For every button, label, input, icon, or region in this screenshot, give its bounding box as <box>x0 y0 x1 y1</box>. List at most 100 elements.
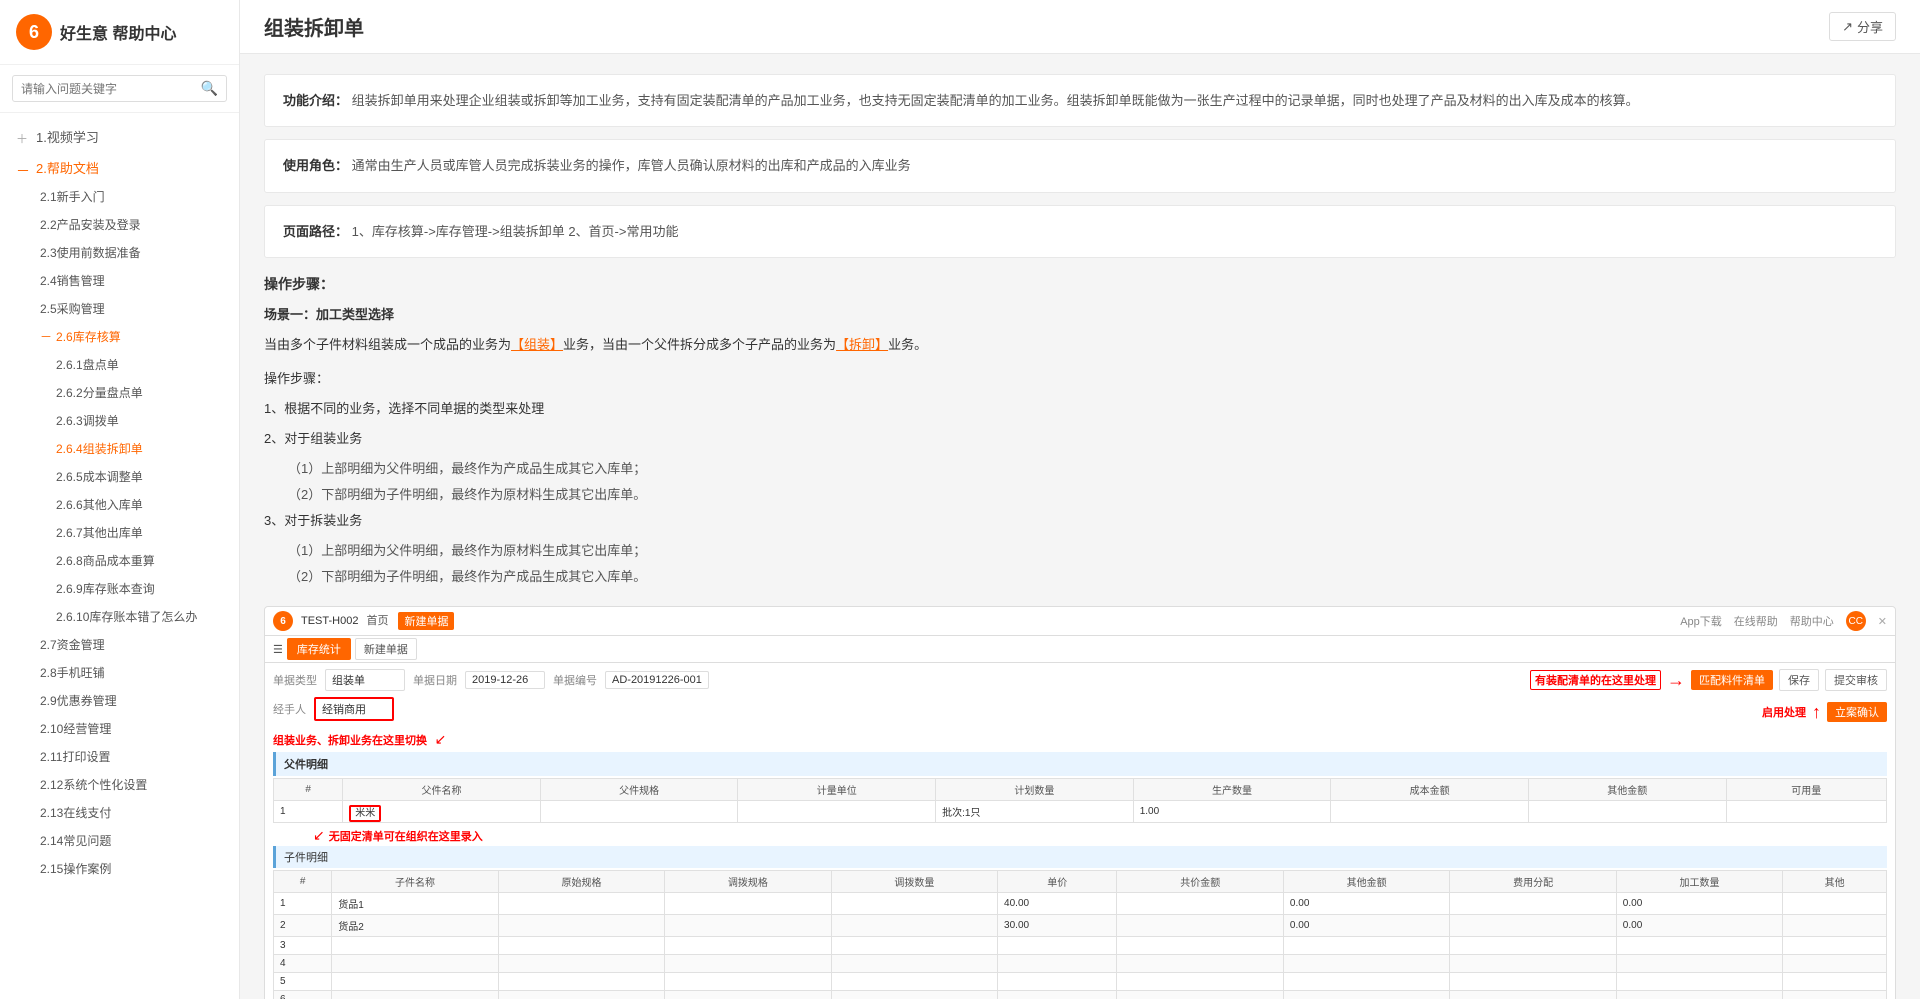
sim-lower-table: # 子件名称 原始规格 调拨规格 调拨数量 单价 共价金额 其他金额 费用分配 … <box>273 870 1887 999</box>
sim-nav-left: ☰ 库存统计 新建单据 <box>273 638 417 660</box>
sim-logo-icon: 6 <box>273 611 293 631</box>
intro-label-3: 页面路径： <box>283 224 348 239</box>
logo-icon: 6 <box>16 14 52 50</box>
sidebar-item-2-6-8[interactable]: 2.6.8商品成本重算 <box>52 547 239 575</box>
sidebar-item-2-11[interactable]: 2.11打印设置 <box>36 743 239 771</box>
sidebar-item-2-9[interactable]: 2.9优惠券管理 <box>36 687 239 715</box>
sim-btn-submit[interactable]: 提交审核 <box>1825 669 1887 691</box>
sidebar-item-2-10[interactable]: 2.10经营管理 <box>36 715 239 743</box>
sim-td-num: 1 <box>274 801 343 823</box>
sim-user-avatar[interactable]: CC <box>1846 611 1866 631</box>
sidebar-item-2-4[interactable]: 2.4销售管理 <box>36 267 239 295</box>
intro-text-3: 1、库存核算->库存管理->组装拆卸单 2、首页->常用功能 <box>352 224 679 239</box>
sim-person-value[interactable]: 经销商用 <box>314 697 394 721</box>
sidebar-item-2-6-9[interactable]: 2.6.9库存账本查询 <box>52 575 239 603</box>
sim-th-name: 父件名称 <box>343 779 541 801</box>
share-icon: ↗ <box>1842 19 1853 35</box>
table-row: 5 <box>274 973 1887 991</box>
sim-td-name: 米米 <box>343 801 541 823</box>
sim-help-center[interactable]: 帮助中心 <box>1790 613 1834 629</box>
sim-th-prod: 生产数量 <box>1133 779 1331 801</box>
scenario1-desc: 当由多个子件材料组装成一个成品的业务为【组装】业务，当由一个父件拆分成多个子产品… <box>264 332 1896 358</box>
sidebar-item-2-6-10[interactable]: 2.6.10库存账本错了怎么办 <box>52 603 239 631</box>
search-icon[interactable]: 🔍 <box>201 80 218 97</box>
link-chaijue[interactable]: 【拆卸】 <box>836 337 888 352</box>
sim-btn-save[interactable]: 保存 <box>1779 669 1819 691</box>
sim-title-left: 6 TEST-H002 首页 新建单据 <box>273 611 454 631</box>
table-row: 1 米米 批次:1只 1.00 <box>274 801 1887 823</box>
sidebar-item-2-5[interactable]: 2.5采购管理 <box>36 295 239 323</box>
sim-red-note2: 组装业务、拆卸业务在这里切换 <box>273 735 427 747</box>
sidebar-item-2-1[interactable]: 2.1新手入门 <box>36 183 239 211</box>
sim-id-label: 单据编号 <box>553 672 597 688</box>
sim-menu-new[interactable]: 新建单据 <box>398 612 454 630</box>
sim-arrow-left-icon: ↙ <box>435 731 447 747</box>
sim-menu-home[interactable]: 首页 <box>366 612 388 630</box>
sidebar-item-2-6-2[interactable]: 2.6.2分量盘点单 <box>52 379 239 407</box>
sidebar-item-label: 2.帮助文档 <box>36 158 99 177</box>
nav-tree: ＋ 1.视频学习 － 2.帮助文档 2.1新手入门 2.2产品安装及登录 2.3… <box>0 113 239 999</box>
sim-lth-name: 子件名称 <box>332 871 498 893</box>
step3-sub2: （2）下部明细为子件明细，最终作为产成品生成其它入库单。 <box>264 564 1896 590</box>
sidebar-item-2-6-3[interactable]: 2.6.3调拨单 <box>52 407 239 435</box>
sidebar-item-2-3[interactable]: 2.3使用前数据准备 <box>36 239 239 267</box>
top-bar: 组装拆卸单 ↗ 分享 <box>240 0 1920 54</box>
sim-btn-confirm[interactable]: 立案确认 <box>1827 702 1887 722</box>
sidebar-item-2-2[interactable]: 2.2产品安装及登录 <box>36 211 239 239</box>
sim-nav: ☰ 库存统计 新建单据 <box>265 636 1895 663</box>
sidebar-item-2-6[interactable]: － 2.6库存核算 <box>36 323 239 351</box>
sim-th-plan: 计划数量 <box>936 779 1134 801</box>
sim-form-row1-wrapper: 单据类型 组装单 单据日期 2019-12-26 单据编号 AD-2019122… <box>273 669 1887 697</box>
intro-text-2: 通常由生产人员或库管人员完成拆装业务的操作，库管人员确认原材料的出库和产成品的入… <box>352 158 911 173</box>
sidebar-item-2-13[interactable]: 2.13在线支付 <box>36 799 239 827</box>
sidebar-item-2-6-1[interactable]: 2.6.1盘点单 <box>52 351 239 379</box>
sim-app-download[interactable]: App下载 <box>1680 613 1722 629</box>
sim-form-area: 单据类型 组装单 单据日期 2019-12-26 单据编号 AD-2019122… <box>265 663 1895 999</box>
sim-lth-price: 单价 <box>998 871 1117 893</box>
expand-icon: ＋ <box>16 130 30 144</box>
sim-th-cost: 成本金额 <box>1331 779 1529 801</box>
sim-tab-inventory[interactable]: 库存统计 <box>287 638 351 660</box>
search-area: 🔍 <box>0 65 239 113</box>
content-area: 功能介绍： 组装拆卸单用来处理企业组装或拆卸等加工业务，支持有固定装配清单的产品… <box>240 54 1920 999</box>
sim-lth-num: # <box>274 871 332 893</box>
sim-id-value[interactable]: AD-20191226-001 <box>605 671 709 689</box>
share-button[interactable]: ↗ 分享 <box>1829 12 1896 41</box>
step2: 2、对于组装业务 <box>264 426 1896 452</box>
sidebar-item-2-7[interactable]: 2.7资金管理 <box>36 631 239 659</box>
sidebar-item-2-14[interactable]: 2.14常见问题 <box>36 827 239 855</box>
sidebar-item-2-6-4[interactable]: 2.6.4组装拆卸单 <box>52 435 239 463</box>
sim-close-btn[interactable]: ✕ <box>1878 615 1887 628</box>
intro-block-2: 使用角色： 通常由生产人员或库管人员完成拆装业务的操作，库管人员确认原材料的出库… <box>264 139 1896 192</box>
sim-red-note4: 无固定清单可在组织在这里录入 <box>329 828 483 844</box>
table-row: 1货品140.000.000.00 <box>274 893 1887 915</box>
sidebar-item-video[interactable]: ＋ 1.视频学习 <box>0 121 239 152</box>
sim-type-value[interactable]: 组装单 <box>325 669 405 691</box>
sim-lower-table-body: 1货品140.000.000.002货品230.000.000.0034567 <box>274 893 1887 999</box>
sidebar-item-docs[interactable]: － 2.帮助文档 <box>0 152 239 183</box>
sim-td-unit <box>738 801 936 823</box>
collapse-icon: － <box>16 161 30 175</box>
page-title: 组装拆卸单 <box>264 12 364 41</box>
link-zuzhuang[interactable]: 【组装】 <box>511 337 563 352</box>
sim-lth-alloc: 费用分配 <box>1450 871 1616 893</box>
logo-text: 好生意 帮助中心 <box>60 20 176 44</box>
sim-confirm-area: 启用处理 ↑ 立案确认 <box>1762 702 1887 723</box>
sim-btn-match[interactable]: 匹配料件清单 <box>1691 670 1773 690</box>
sim-type-label: 单据类型 <box>273 672 317 688</box>
sim-tab-new[interactable]: 新建单据 <box>355 638 417 660</box>
step3-sub1: （1）上部明细为父件明细，最终作为原材料生成其它出库单； <box>264 538 1896 564</box>
sidebar-item-2-15[interactable]: 2.15操作案例 <box>36 855 239 883</box>
sim-td-spec <box>540 801 738 823</box>
sim-date-value[interactable]: 2019-12-26 <box>465 671 545 689</box>
sidebar-item-2-8[interactable]: 2.8手机旺铺 <box>36 659 239 687</box>
sim-date-label: 单据日期 <box>413 672 457 688</box>
sidebar-item-2-6-6[interactable]: 2.6.6其他入库单 <box>52 491 239 519</box>
sim-lth-origspec: 原始规格 <box>498 871 664 893</box>
sidebar-item-2-6-7[interactable]: 2.6.7其他出库单 <box>52 519 239 547</box>
sim-th-spec: 父件规格 <box>540 779 738 801</box>
search-input[interactable] <box>21 82 201 96</box>
sidebar-item-2-12[interactable]: 2.12系统个性化设置 <box>36 771 239 799</box>
sim-online-help[interactable]: 在线帮助 <box>1734 613 1778 629</box>
sidebar-item-2-6-5[interactable]: 2.6.5成本调整单 <box>52 463 239 491</box>
